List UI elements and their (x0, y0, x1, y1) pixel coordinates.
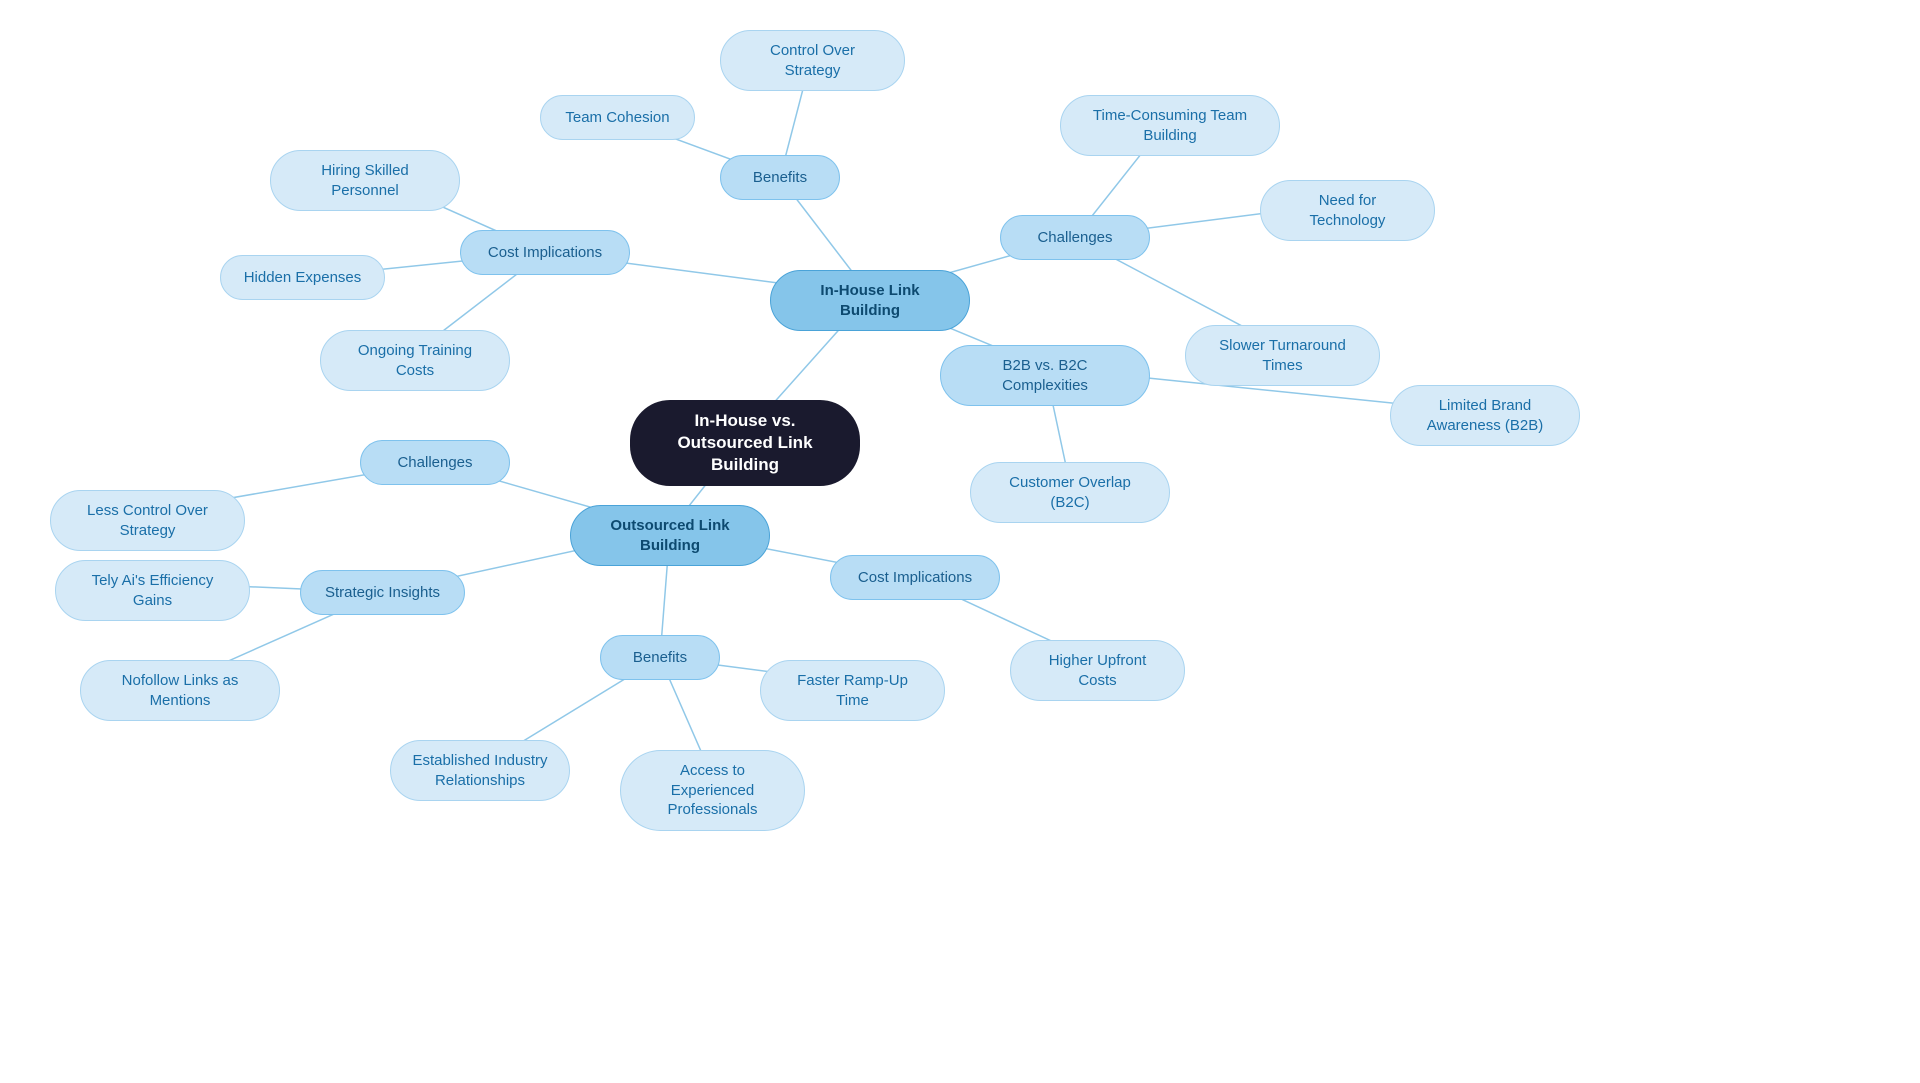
node-out-benefits: Benefits (600, 635, 720, 680)
node-inhouse: In-House Link Building (770, 270, 970, 331)
node-slower-turnaround: Slower Turnaround Times (1185, 325, 1380, 386)
node-center: In-House vs. Outsourced Link Building (630, 400, 860, 486)
node-time-consuming: Time-Consuming Team Building (1060, 95, 1280, 156)
node-inhouse-benefits: Benefits (720, 155, 840, 200)
node-inhouse-b2b: B2B vs. B2C Complexities (940, 345, 1150, 406)
node-customer-overlap: Customer Overlap (B2C) (970, 462, 1170, 523)
node-nofollow: Nofollow Links as Mentions (80, 660, 280, 721)
node-out-cost: Cost Implications (830, 555, 1000, 600)
node-tely-ai: Tely Ai's Efficiency Gains (55, 560, 250, 621)
node-access-exp: Access to Experienced Professionals (620, 750, 805, 831)
node-limited-brand: Limited Brand Awareness (B2B) (1390, 385, 1580, 446)
node-need-tech: Need for Technology (1260, 180, 1435, 241)
node-strategic-insights: Strategic Insights (300, 570, 465, 615)
node-hiring: Hiring Skilled Personnel (270, 150, 460, 211)
mind-map-container: In-House vs. Outsourced Link Building In-… (0, 0, 1920, 1083)
node-control-strategy: Control Over Strategy (720, 30, 905, 91)
node-hidden-expenses: Hidden Expenses (220, 255, 385, 300)
node-out-challenges: Challenges (360, 440, 510, 485)
node-inhouse-cost: Cost Implications (460, 230, 630, 275)
node-less-control: Less Control Over Strategy (50, 490, 245, 551)
node-faster-rampup: Faster Ramp-Up Time (760, 660, 945, 721)
node-team-cohesion: Team Cohesion (540, 95, 695, 140)
node-training-costs: Ongoing Training Costs (320, 330, 510, 391)
node-inhouse-challenges: Challenges (1000, 215, 1150, 260)
node-outsourced: Outsourced Link Building (570, 505, 770, 566)
node-higher-upfront: Higher Upfront Costs (1010, 640, 1185, 701)
node-established: Established Industry Relationships (390, 740, 570, 801)
